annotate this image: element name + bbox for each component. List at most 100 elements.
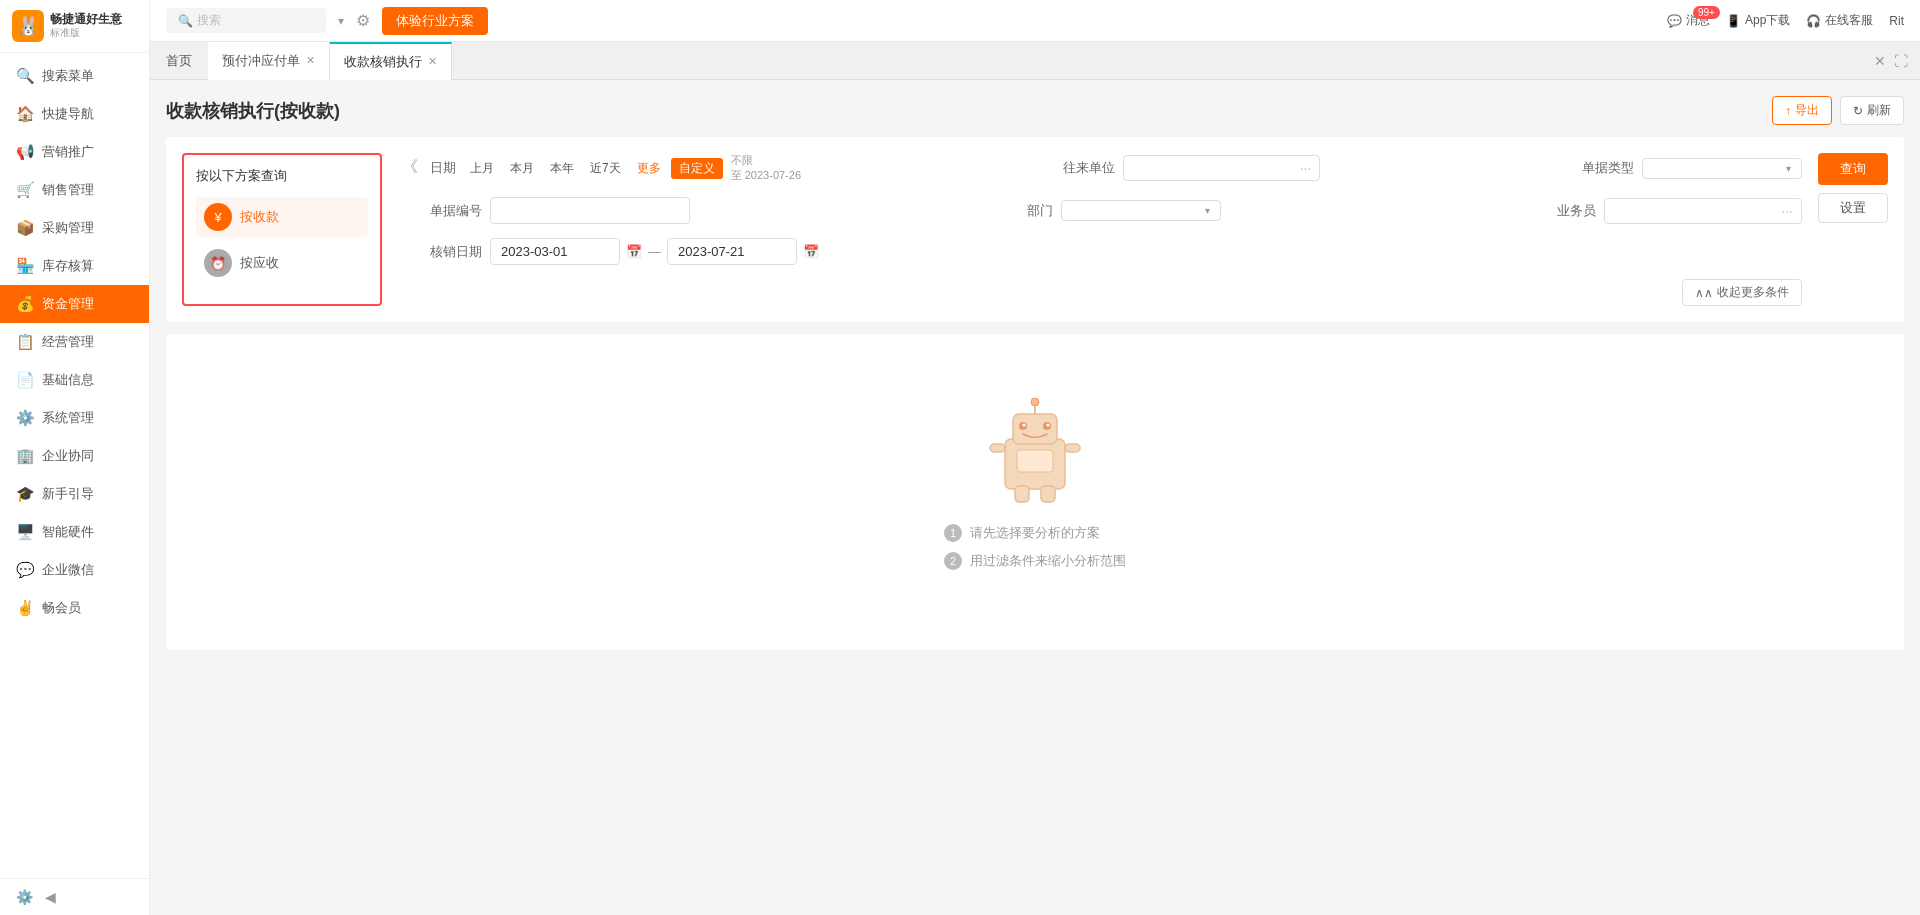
doc-no-input[interactable] [490, 197, 690, 224]
settings-bottom-icon[interactable]: ⚙️ [16, 889, 33, 905]
sidebar-item-enterprise[interactable]: 🏢 企业协同 [0, 437, 149, 475]
tab-expand-icon[interactable]: ⛶ [1894, 53, 1908, 69]
sidebar-item-sales[interactable]: 🛒 销售管理 [0, 171, 149, 209]
empty-illustration [985, 394, 1085, 504]
svg-rect-11 [1041, 486, 1055, 502]
date-field: 日期 上月 本月 本年 近7天 更多 自定义 不限 至 2023-07-26 [430, 153, 801, 183]
staff-input-field[interactable] [1613, 203, 1781, 218]
logo-area: 🐰 畅捷通好生意 标准版 [0, 0, 149, 53]
date-to: 至 2023-07-26 [731, 168, 801, 183]
btn-last-month[interactable]: 上月 [464, 158, 500, 179]
tab-actions: ✕ ⛶ [1874, 53, 1920, 69]
doc-no-label: 单据编号 [430, 202, 482, 220]
hint-num-1: 1 [944, 524, 962, 542]
topbar-search-box[interactable]: 🔍 搜索 [166, 8, 326, 33]
topbar-search-text: 搜索 [197, 12, 221, 29]
filter-right-panel: 日期 上月 本月 本年 近7天 更多 自定义 不限 至 2023-07-26 [430, 153, 1802, 306]
refresh-label: 刷新 [1867, 102, 1891, 119]
filter-option-by-receipt[interactable]: ¥ 按收款 [196, 197, 368, 237]
btn-this-month[interactable]: 本月 [504, 158, 540, 179]
svg-rect-12 [1017, 450, 1053, 472]
btn-7days[interactable]: 近7天 [584, 158, 627, 179]
app-icon: 📱 [1726, 14, 1741, 28]
page-actions: ↑ 导出 ↻ 刷新 [1772, 96, 1904, 125]
message-button[interactable]: 💬 消息 99+ [1667, 12, 1710, 29]
sidebar-item-finance[interactable]: 💰 资金管理 [0, 285, 149, 323]
topbar-gear-icon[interactable]: ⚙ [356, 11, 370, 30]
app-download-button[interactable]: 📱 App下载 [1726, 12, 1790, 29]
sidebar-item-label: 资金管理 [42, 295, 94, 313]
sidebar-item-operation[interactable]: 📋 经营管理 [0, 323, 149, 361]
settings-button[interactable]: 设置 [1818, 193, 1888, 223]
dept-select[interactable]: ▾ [1061, 200, 1221, 221]
refresh-icon: ↻ [1853, 104, 1863, 118]
topbar: 🔍 搜索 ▾ ⚙ 体验行业方案 💬 消息 99+ 📱 App下载 🎧 在线客服 … [150, 0, 1920, 42]
collapse-more-button[interactable]: ∧∧ 收起更多条件 [1682, 279, 1802, 306]
sidebar-item-label: 系统管理 [42, 409, 94, 427]
collapse-left-btn[interactable]: 《 [402, 153, 418, 306]
tab-close-all-icon[interactable]: ✕ [1874, 53, 1886, 69]
sidebar-item-label: 快捷导航 [42, 105, 94, 123]
sidebar-item-label: 基础信息 [42, 371, 94, 389]
verify-date-start-input[interactable] [490, 238, 620, 265]
tab-receipt-verify-close[interactable]: ✕ [428, 55, 437, 68]
doc-type-select[interactable]: ▾ [1642, 158, 1802, 179]
doc-type-arrow: ▾ [1786, 163, 1791, 174]
refresh-button[interactable]: ↻ 刷新 [1840, 96, 1904, 125]
partner-label: 往来单位 [1063, 159, 1115, 177]
sidebar-item-beginner[interactable]: 🎓 新手引导 [0, 475, 149, 513]
query-button[interactable]: 查询 [1818, 153, 1888, 185]
date-no-limit: 不限 [731, 153, 801, 168]
enterprise-icon: 🏢 [16, 447, 34, 465]
industry-solution-button[interactable]: 体验行业方案 [382, 7, 488, 35]
sidebar-item-inventory[interactable]: 🏪 库存核算 [0, 247, 149, 285]
partner-input-field[interactable] [1132, 161, 1300, 176]
sidebar-item-wechat[interactable]: 💬 企业微信 [0, 551, 149, 589]
tab-prepay-close[interactable]: ✕ [306, 54, 315, 67]
filter-card: 按以下方案查询 ¥ 按收款 ⏰ 按应收 《 日期 [166, 137, 1904, 322]
btn-this-year[interactable]: 本年 [544, 158, 580, 179]
doc-type-field: 单据类型 ▾ [1582, 158, 1802, 179]
filter-left-title: 按以下方案查询 [196, 167, 368, 185]
tab-prepay[interactable]: 预付冲应付单 ✕ [208, 42, 330, 80]
service-label: 在线客服 [1825, 12, 1873, 29]
logo-text: 畅捷通好生意 标准版 [50, 12, 122, 40]
filter-row-2: 单据编号 部门 ▾ 业务员 [430, 197, 1802, 224]
dept-field: 部门 ▾ [1027, 200, 1221, 221]
marketing-icon: 📢 [16, 143, 34, 161]
partner-dots[interactable]: ··· [1300, 160, 1312, 176]
user-name[interactable]: Rit [1889, 14, 1904, 28]
sidebar-item-basic-info[interactable]: 📄 基础信息 [0, 361, 149, 399]
collapse-more-label: 收起更多条件 [1717, 284, 1789, 301]
page-content: 收款核销执行(按收款) ↑ 导出 ↻ 刷新 按以下方案查询 ¥ 按收款 [150, 80, 1920, 915]
online-service-button[interactable]: 🎧 在线客服 [1806, 12, 1873, 29]
staff-input[interactable]: ··· [1604, 198, 1802, 224]
collapse-sidebar-icon[interactable]: ◀ [45, 889, 56, 905]
empty-hint-1: 1 请先选择要分析的方案 [944, 524, 1126, 542]
sidebar-item-hardware[interactable]: 🖥️ 智能硬件 [0, 513, 149, 551]
filter-left-panel: 按以下方案查询 ¥ 按收款 ⏰ 按应收 [182, 153, 382, 306]
topbar-right: 💬 消息 99+ 📱 App下载 🎧 在线客服 Rit [1667, 12, 1904, 29]
verify-date-end-cal[interactable]: 📅 [803, 244, 819, 259]
sidebar-item-member[interactable]: ✌️ 畅会员 [0, 589, 149, 627]
sidebar-item-purchase[interactable]: 📦 采购管理 [0, 209, 149, 247]
filter-option-by-receivable[interactable]: ⏰ 按应收 [196, 243, 368, 283]
tab-receipt-verify[interactable]: 收款核销执行 ✕ [330, 42, 452, 80]
verify-date-field: 核销日期 📅 — 📅 [430, 238, 819, 265]
export-button[interactable]: ↑ 导出 [1772, 96, 1832, 125]
tab-home[interactable]: 首页 [150, 44, 208, 78]
partner-input[interactable]: ··· [1123, 155, 1321, 181]
custom-tag[interactable]: 自定义 [671, 158, 723, 179]
btn-more[interactable]: 更多 [631, 158, 667, 179]
sidebar-item-marketing[interactable]: 📢 营销推广 [0, 133, 149, 171]
finance-icon: 💰 [16, 295, 34, 313]
partner-field: 往来单位 ··· [1063, 155, 1321, 181]
sidebar-item-search[interactable]: 🔍 搜索菜单 [0, 57, 149, 95]
sidebar-item-system[interactable]: ⚙️ 系统管理 [0, 399, 149, 437]
staff-dots[interactable]: ··· [1781, 203, 1793, 219]
hint-text-1: 请先选择要分析的方案 [970, 524, 1100, 542]
sidebar-item-quick-nav[interactable]: 🏠 快捷导航 [0, 95, 149, 133]
by-receipt-icon: ¥ [204, 203, 232, 231]
verify-date-start-cal[interactable]: 📅 [626, 244, 642, 259]
verify-date-end-input[interactable] [667, 238, 797, 265]
